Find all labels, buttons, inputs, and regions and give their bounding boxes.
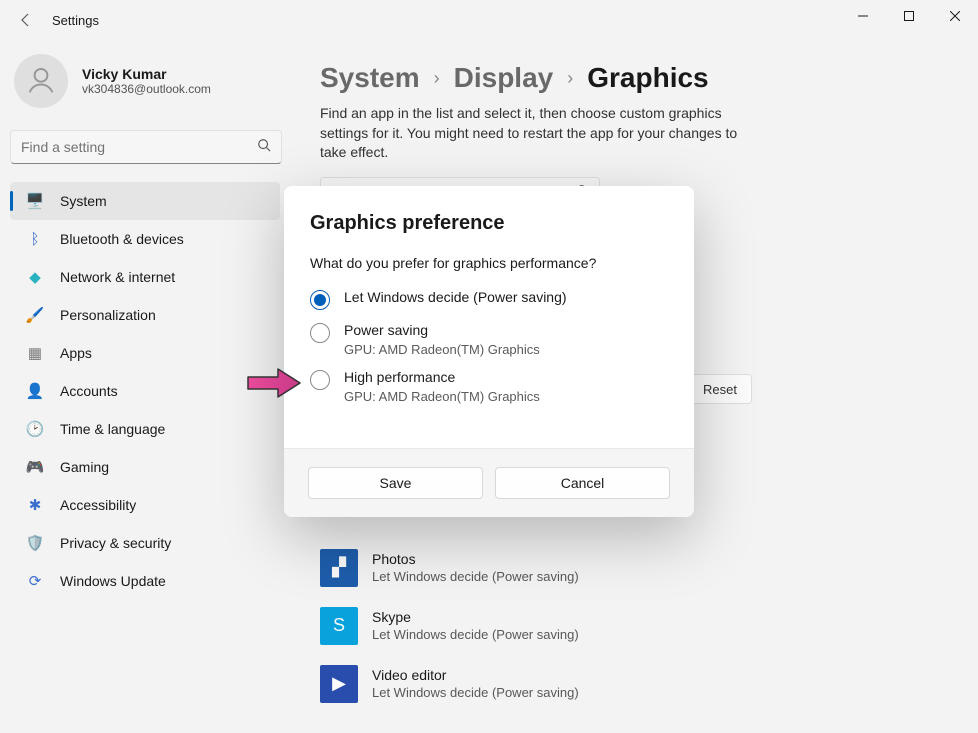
- sidebar-item-label: Network & internet: [60, 269, 175, 285]
- nav-icon: 🕑: [26, 420, 44, 438]
- option-sublabel: GPU: AMD Radeon(TM) Graphics: [344, 389, 540, 404]
- save-button[interactable]: Save: [308, 467, 483, 499]
- dialog-question: What do you prefer for graphics performa…: [310, 255, 668, 271]
- breadcrumb-graphics: Graphics: [587, 62, 708, 94]
- profile-block[interactable]: Vicky Kumar vk304836@outlook.com: [10, 48, 290, 126]
- nav-icon: ◆: [26, 268, 44, 286]
- back-button[interactable]: [12, 6, 40, 34]
- option-sublabel: GPU: AMD Radeon(TM) Graphics: [344, 342, 540, 357]
- chevron-right-icon: ›: [567, 68, 573, 89]
- minimize-button[interactable]: [840, 0, 886, 32]
- sidebar-item-label: Apps: [60, 345, 92, 361]
- settings-search[interactable]: [10, 130, 282, 164]
- sidebar-item-bluetooth-devices[interactable]: ᛒ Bluetooth & devices: [10, 220, 280, 258]
- app-icon: ▞: [320, 549, 358, 587]
- app-preference: Let Windows decide (Power saving): [372, 569, 579, 584]
- maximize-button[interactable]: [886, 0, 932, 32]
- app-row-skype[interactable]: S Skype Let Windows decide (Power saving): [320, 597, 938, 655]
- radio-icon: [310, 323, 330, 343]
- app-row-photos[interactable]: ▞ Photos Let Windows decide (Power saving): [320, 539, 938, 597]
- radio-option-0[interactable]: Let Windows decide (Power saving): [310, 289, 668, 310]
- sidebar-item-label: Bluetooth & devices: [60, 231, 184, 247]
- app-icon: ▶: [320, 665, 358, 703]
- sidebar-item-system[interactable]: 🖥️ System: [10, 182, 280, 220]
- sidebar-item-label: Gaming: [60, 459, 109, 475]
- nav-icon: 🖥️: [26, 192, 44, 210]
- nav-icon: 🖌️: [26, 306, 44, 324]
- radio-option-2[interactable]: High performance GPU: AMD Radeon(TM) Grap…: [310, 369, 668, 404]
- nav-icon: 👤: [26, 382, 44, 400]
- nav-icon: 🎮: [26, 458, 44, 476]
- option-label: High performance: [344, 369, 540, 385]
- sidebar-item-apps[interactable]: ▦ Apps: [10, 334, 280, 372]
- reset-button[interactable]: Reset: [688, 374, 752, 404]
- graphics-preference-dialog: Graphics preference What do you prefer f…: [284, 186, 694, 517]
- sidebar-item-accounts[interactable]: 👤 Accounts: [10, 372, 280, 410]
- sidebar-item-label: Windows Update: [60, 573, 166, 589]
- sidebar-item-gaming[interactable]: 🎮 Gaming: [10, 448, 280, 486]
- app-name: Video editor: [372, 667, 579, 683]
- app-row-video[interactable]: ▶ Video editor Let Windows decide (Power s…: [320, 655, 938, 713]
- chevron-right-icon: ›: [434, 68, 440, 89]
- nav-icon: ⟳: [26, 572, 44, 590]
- nav-icon: ᛒ: [26, 231, 44, 248]
- breadcrumb: System › Display › Graphics: [320, 62, 938, 94]
- nav-icon: 🛡️: [26, 534, 44, 552]
- sidebar-item-label: Time & language: [60, 421, 165, 437]
- sidebar-item-label: Personalization: [60, 307, 156, 323]
- sidebar-item-label: Accessibility: [60, 497, 136, 513]
- sidebar-item-personalization[interactable]: 🖌️ Personalization: [10, 296, 280, 334]
- radio-icon: [310, 290, 330, 310]
- sidebar-item-time-language[interactable]: 🕑 Time & language: [10, 410, 280, 448]
- search-icon: [257, 138, 271, 157]
- option-label: Let Windows decide (Power saving): [344, 289, 567, 305]
- breadcrumb-display[interactable]: Display: [454, 62, 554, 94]
- sidebar-item-network-internet[interactable]: ◆ Network & internet: [10, 258, 280, 296]
- cancel-button[interactable]: Cancel: [495, 467, 670, 499]
- app-preference: Let Windows decide (Power saving): [372, 627, 579, 642]
- breadcrumb-system[interactable]: System: [320, 62, 420, 94]
- avatar: [14, 54, 68, 108]
- radio-icon: [310, 370, 330, 390]
- option-label: Power saving: [344, 322, 540, 338]
- sidebar-item-label: Accounts: [60, 383, 118, 399]
- sidebar-item-windows-update[interactable]: ⟳ Windows Update: [10, 562, 280, 600]
- nav-icon: ✱: [26, 496, 44, 514]
- window-title: Settings: [52, 13, 99, 28]
- settings-search-input[interactable]: [21, 139, 257, 155]
- sidebar-item-privacy-security[interactable]: 🛡️ Privacy & security: [10, 524, 280, 562]
- app-name: Skype: [372, 609, 579, 625]
- nav-icon: ▦: [26, 344, 44, 362]
- radio-option-1[interactable]: Power saving GPU: AMD Radeon(TM) Graphics: [310, 322, 668, 357]
- profile-email: vk304836@outlook.com: [82, 82, 211, 96]
- sidebar-item-label: Privacy & security: [60, 535, 171, 551]
- app-name: Photos: [372, 551, 579, 567]
- profile-name: Vicky Kumar: [82, 66, 211, 82]
- sidebar-item-accessibility[interactable]: ✱ Accessibility: [10, 486, 280, 524]
- dialog-title: Graphics preference: [310, 212, 668, 235]
- app-icon: S: [320, 607, 358, 645]
- sidebar-item-label: System: [60, 193, 107, 209]
- app-preference: Let Windows decide (Power saving): [372, 685, 579, 700]
- page-description: Find an app in the list and select it, t…: [320, 104, 760, 163]
- close-button[interactable]: [932, 0, 978, 32]
